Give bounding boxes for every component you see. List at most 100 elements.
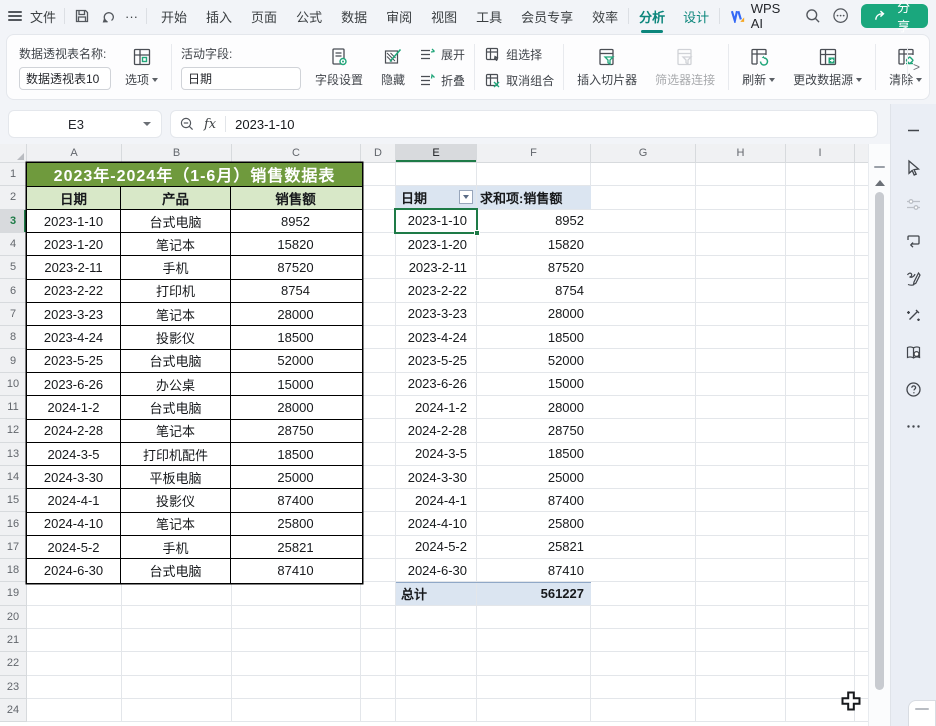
cell-G11[interactable] — [591, 396, 696, 419]
cell-B23[interactable] — [122, 676, 232, 699]
source-data-cell[interactable]: 笔记本 — [121, 303, 231, 325]
cell-D13[interactable] — [361, 443, 396, 466]
pivot-field-list-icon[interactable] — [904, 231, 924, 251]
cell-I4[interactable] — [786, 233, 855, 256]
row-header-23[interactable]: 23 — [0, 676, 27, 699]
cell-D5[interactable] — [361, 256, 396, 279]
cell-D12[interactable] — [361, 419, 396, 442]
row-header-15[interactable]: 15 — [0, 489, 27, 512]
cell-D14[interactable] — [361, 466, 396, 489]
source-data-cell[interactable]: 台式电脑 — [121, 396, 231, 418]
source-header-cell[interactable]: 产品 — [121, 187, 231, 209]
cell-H3[interactable] — [696, 210, 786, 233]
pivot-date-cell[interactable]: 2023-3-23 — [396, 303, 477, 325]
cell-B20[interactable] — [122, 606, 232, 629]
row-header-2[interactable]: 2 — [0, 186, 27, 209]
cell-H14[interactable] — [696, 466, 786, 489]
row-header-12[interactable]: 12 — [0, 419, 27, 442]
cell-A22[interactable] — [27, 652, 122, 675]
more-commands[interactable]: ··· — [125, 9, 138, 24]
cell-C22[interactable] — [232, 652, 361, 675]
cell-H19[interactable] — [696, 582, 786, 605]
menu-data[interactable]: 数据 — [341, 7, 367, 26]
pivot-value-cell[interactable]: 25000 — [477, 466, 591, 488]
cell-H15[interactable] — [696, 489, 786, 512]
collapse-panel-icon[interactable] — [904, 120, 924, 140]
pivot-value-cell[interactable]: 25821 — [477, 536, 591, 558]
row-header-13[interactable]: 13 — [0, 443, 27, 466]
cell-G18[interactable] — [591, 559, 696, 582]
menu-member[interactable]: 会员专享 — [521, 7, 573, 26]
cell-A20[interactable] — [27, 606, 122, 629]
cell-I6[interactable] — [786, 279, 855, 302]
hide-button[interactable]: 隐藏 — [377, 44, 409, 90]
source-data-cell[interactable]: 28000 — [231, 303, 360, 325]
share-button[interactable]: 分享 — [861, 4, 928, 28]
cell-G17[interactable] — [591, 536, 696, 559]
cell-G13[interactable] — [591, 443, 696, 466]
cell-D24[interactable] — [361, 699, 396, 722]
cell-E23[interactable] — [396, 676, 477, 699]
cell-I9[interactable] — [786, 349, 855, 372]
menu-efficiency[interactable]: 效率 — [592, 7, 618, 26]
cell-E22[interactable] — [396, 652, 477, 675]
collapse-button[interactable]: 折叠 — [419, 72, 465, 89]
cell-I15[interactable] — [786, 489, 855, 512]
cell-C20[interactable] — [232, 606, 361, 629]
active-field-input[interactable] — [181, 67, 301, 90]
cell-D6[interactable] — [361, 279, 396, 302]
zoom-formula-icon[interactable] — [179, 116, 195, 132]
pivot-value-cell[interactable]: 25800 — [477, 512, 591, 534]
pivot-date-cell[interactable]: 2023-1-20 — [396, 233, 477, 255]
cell-H5[interactable] — [696, 256, 786, 279]
menu-insert[interactable]: 插入 — [206, 7, 232, 26]
cell-I5[interactable] — [786, 256, 855, 279]
fx-icon[interactable]: fx — [204, 117, 216, 132]
field-settings-button[interactable]: 字段设置 — [311, 44, 367, 90]
source-data-cell[interactable]: 15820 — [231, 233, 360, 255]
cell-G16[interactable] — [591, 512, 696, 535]
pivot-date-cell[interactable]: 2024-4-1 — [396, 489, 477, 511]
cell-H4[interactable] — [696, 233, 786, 256]
source-data-cell[interactable]: 2023-4-24 — [27, 326, 121, 348]
source-data-cell[interactable]: 2023-2-22 — [27, 280, 121, 302]
pivot-date-cell[interactable]: 2024-1-2 — [396, 396, 477, 418]
column-header-H[interactable]: H — [696, 144, 786, 163]
cell-I7[interactable] — [786, 303, 855, 326]
cell-B24[interactable] — [122, 699, 232, 722]
cell-I21[interactable] — [786, 629, 855, 652]
source-data-cell[interactable]: 手机 — [121, 256, 231, 278]
source-data-cell[interactable]: 台式电脑 — [121, 210, 231, 232]
pivot-value-cell[interactable]: 28000 — [477, 303, 591, 325]
name-box[interactable]: E3 — [8, 110, 162, 138]
source-data-cell[interactable]: 2023-5-25 — [27, 350, 121, 372]
split-handle[interactable] — [874, 166, 885, 168]
cell-D20[interactable] — [361, 606, 396, 629]
column-header-E[interactable]: E — [396, 144, 477, 163]
column-header-C[interactable]: C — [232, 144, 361, 163]
source-data-cell[interactable]: 2024-3-5 — [27, 443, 121, 465]
magic-tools-icon[interactable] — [904, 305, 924, 325]
source-data-cell[interactable]: 台式电脑 — [121, 559, 231, 582]
cell-G5[interactable] — [591, 256, 696, 279]
cell-G1[interactable] — [591, 163, 696, 186]
row-header-20[interactable]: 20 — [0, 606, 27, 629]
cell-F21[interactable] — [477, 629, 591, 652]
pivot-date-cell[interactable]: 2024-5-2 — [396, 536, 477, 558]
column-header-F[interactable]: F — [477, 144, 591, 163]
pivot-value-cell[interactable]: 8754 — [477, 279, 591, 301]
row-header-21[interactable]: 21 — [0, 629, 27, 652]
cell-D9[interactable] — [361, 349, 396, 372]
cell-D8[interactable] — [361, 326, 396, 349]
source-data-cell[interactable]: 2024-4-1 — [27, 489, 121, 511]
cell-G15[interactable] — [591, 489, 696, 512]
cell-F24[interactable] — [477, 699, 591, 722]
pivot-value-cell[interactable]: 28750 — [477, 419, 591, 441]
cell-H7[interactable] — [696, 303, 786, 326]
cell-E1[interactable] — [396, 163, 477, 186]
pivot-value-cell[interactable]: 8952 — [477, 210, 591, 232]
filter-dropdown-button[interactable] — [459, 190, 473, 204]
wps-ai-button[interactable]: WPS AI — [730, 1, 794, 31]
row-header-18[interactable]: 18 — [0, 559, 27, 582]
expand-button[interactable]: 展开 — [419, 46, 465, 63]
